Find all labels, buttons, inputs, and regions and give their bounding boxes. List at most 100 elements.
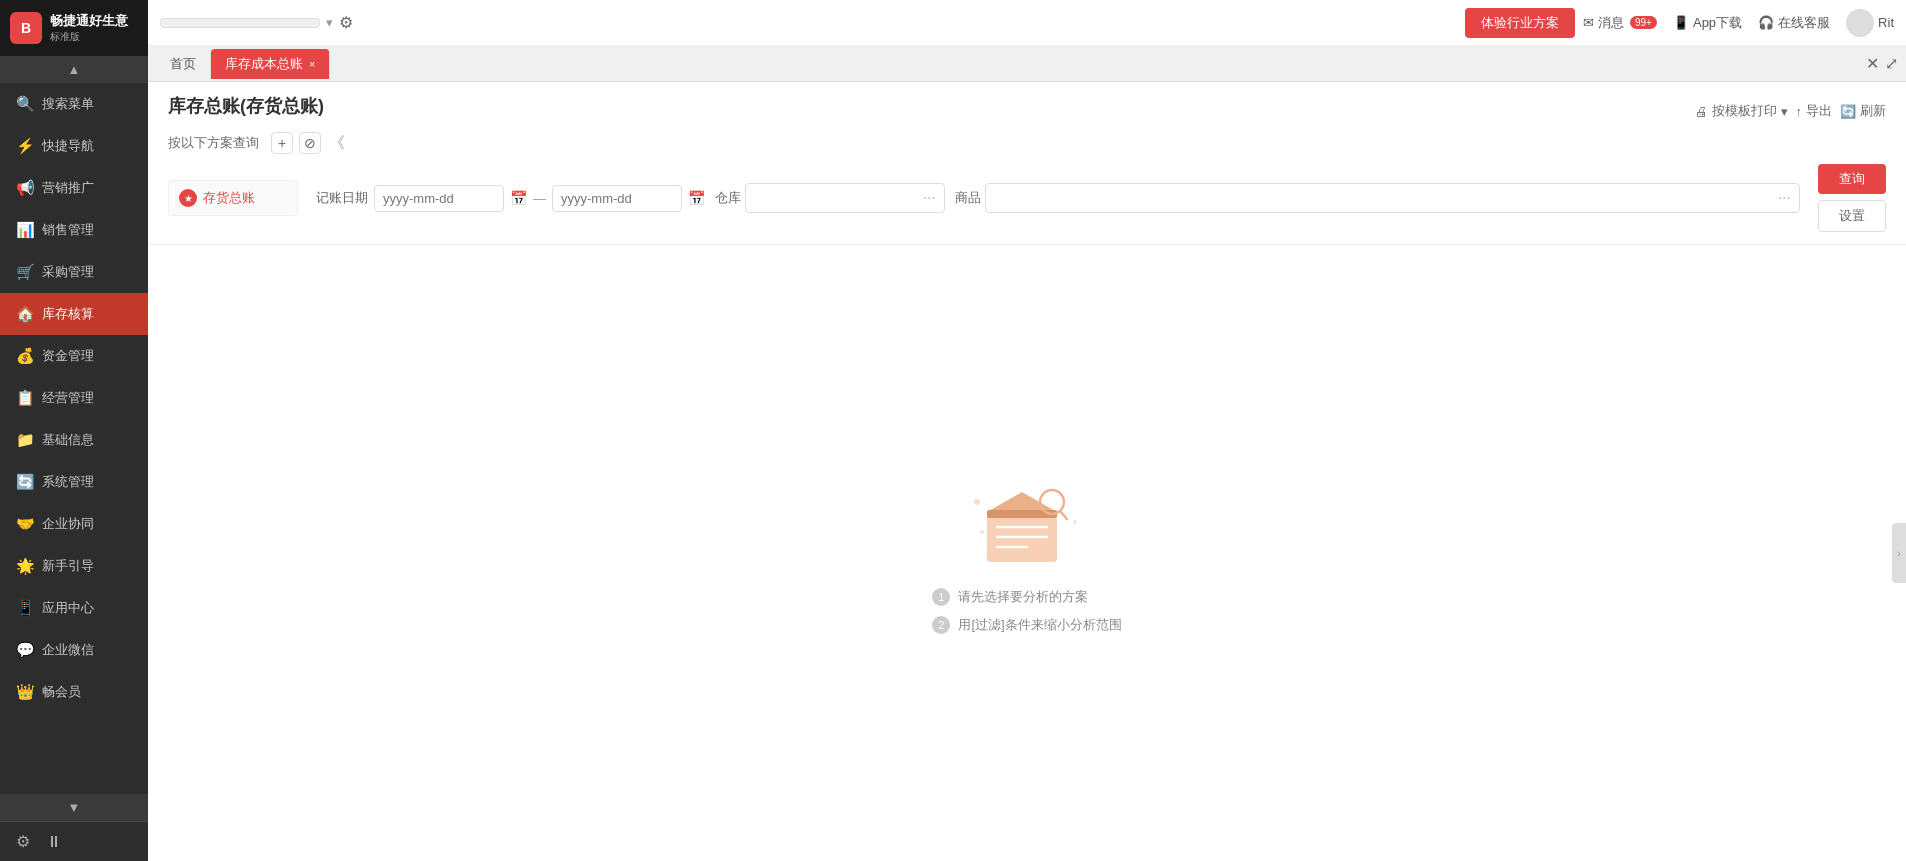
product-input[interactable]: ··· [985,183,1800,213]
sidebar-item-quick-nav[interactable]: ⚡ 快捷导航 [0,125,148,167]
empty-state: 1 请先选择要分析的方案 2 用[过滤]条件来缩小分析范围 [932,472,1121,634]
marketing-icon: 📢 [16,179,34,197]
empty-svg [967,472,1087,572]
filter-more-button[interactable]: ⊘ [299,132,321,154]
filter-bar: 按以下方案查询 + ⊘ 《 [168,132,1886,154]
topbar-settings-icon[interactable]: ⚙ [339,13,353,32]
avatar-image [1846,9,1874,37]
sidebar-scroll-up[interactable]: ▲ [0,56,148,83]
svg-point-8 [974,499,980,505]
content-wrapper: 库存总账(存货总账) 🖨 按模板打印 ▾ ↑ 导出 🔄 刷新 [148,82,1906,861]
industry-solution-button[interactable]: 体验行业方案 [1465,8,1575,38]
sidebar: B 畅捷通好生意 标准版 ▲ 🔍 搜索菜单 ⚡ 快捷导航 📢 营销推广 📊 销售… [0,0,148,861]
refresh-button[interactable]: 🔄 刷新 [1840,102,1886,120]
main-area: ▾ ⚙ 体验行业方案 ✉ 消息 99+ 📱 App下载 🎧 在线客服 Rit [148,0,1906,861]
empty-tips: 1 请先选择要分析的方案 2 用[过滤]条件来缩小分析范围 [932,588,1121,634]
expand-panel-button[interactable]: ⤢ [1885,54,1898,73]
product-more-icon[interactable]: ··· [1778,189,1791,207]
sidebar-item-wechat[interactable]: 💬 企业微信 [0,629,148,671]
app-center-icon: 📱 [16,599,34,617]
user-avatar[interactable]: Rit [1846,9,1894,37]
message-button[interactable]: ✉ 消息 99+ [1583,14,1657,32]
product-filter-field: 商品 ··· [955,183,1800,213]
app-download-icon: 📱 [1673,15,1689,30]
scheme-item-inventory-ledger[interactable]: ★ 存货总账 [169,185,297,211]
breadcrumb-input[interactable] [160,18,320,28]
tab-close-icon[interactable]: × [309,58,315,70]
filter-section-label: 按以下方案查询 [168,134,259,152]
right-panel-toggle[interactable]: › [1892,523,1906,583]
content-main: 1 请先选择要分析的方案 2 用[过滤]条件来缩小分析范围 › [148,245,1906,861]
tab-inventory-ledger[interactable]: 库存成本总账 × [211,49,330,79]
message-icon: ✉ [1583,15,1594,30]
filter-row: ★ 存货总账 记账日期 📅 — 📅 仓库 [168,164,1886,232]
warehouse-input[interactable]: ··· [745,183,945,213]
sidebar-item-app-center[interactable]: 📱 应用中心 [0,587,148,629]
online-service-button[interactable]: 🎧 在线客服 [1758,14,1830,32]
sidebar-item-inventory[interactable]: 🏠 库存核算 [0,293,148,335]
warehouse-filter-field: 仓库 ··· [715,183,945,213]
scheme-item-icon: ★ [179,189,197,207]
sidebar-item-finance[interactable]: 💰 资金管理 [0,335,148,377]
export-button[interactable]: ↑ 导出 [1796,102,1833,120]
empty-tip-1: 1 请先选择要分析的方案 [932,588,1121,606]
sidebar-footer: ⚙ ⏸ [0,821,148,861]
calendar-end-icon[interactable]: 📅 [688,190,705,206]
app-download-button[interactable]: 📱 App下载 [1673,14,1742,32]
sidebar-item-enterprise[interactable]: 🤝 企业协同 [0,503,148,545]
page-title: 库存总账(存货总账) [168,94,324,118]
member-icon: 👑 [16,683,34,701]
empty-illustration [967,472,1087,572]
sidebar-scroll-down[interactable]: ▼ [0,794,148,821]
print-dropdown-icon: ▾ [1781,104,1788,119]
calendar-start-icon[interactable]: 📅 [510,190,527,206]
print-template-button[interactable]: 🖨 按模板打印 ▾ [1695,102,1788,120]
app-logo: B 畅捷通好生意 标准版 [0,0,148,56]
sidebar-item-system[interactable]: 🔄 系统管理 [0,461,148,503]
date-start-input[interactable] [374,185,504,212]
tab-home[interactable]: 首页 [156,49,211,79]
date-end-input[interactable] [552,185,682,212]
sidebar-item-basic-info[interactable]: 📁 基础信息 [0,419,148,461]
topbar: ▾ ⚙ 体验行业方案 ✉ 消息 99+ 📱 App下载 🎧 在线客服 Rit [148,0,1906,46]
sidebar-item-member[interactable]: 👑 畅会员 [0,671,148,713]
basic-info-icon: 📁 [16,431,34,449]
guide-icon: 🌟 [16,557,34,575]
search-icon: 🔍 [16,95,34,113]
inventory-icon: 🏠 [16,305,34,323]
warehouse-more-icon[interactable]: ··· [923,189,936,207]
close-panel-button[interactable]: ✕ [1866,54,1879,73]
sidebar-item-purchase[interactable]: 🛒 采购管理 [0,251,148,293]
svg-marker-1 [987,492,1057,512]
empty-tip-2: 2 用[过滤]条件来缩小分析范围 [932,616,1121,634]
chevron-down-icon[interactable]: ▾ [326,15,333,30]
scheme-panel: ★ 存货总账 [168,180,298,216]
purchase-icon: 🛒 [16,263,34,281]
print-icon: 🖨 [1695,104,1708,119]
svg-line-7 [1060,511,1067,519]
sidebar-item-operation[interactable]: 📋 经营管理 [0,377,148,419]
finance-icon: 💰 [16,347,34,365]
sidebar-item-sales[interactable]: 📊 销售管理 [0,209,148,251]
action-buttons: 查询 设置 [1818,164,1886,232]
svg-point-10 [980,530,984,534]
wechat-icon: 💬 [16,641,34,659]
tabs-bar: 首页 库存成本总账 × ✕ ⤢ [148,46,1906,82]
filter-add-button[interactable]: + [271,132,293,154]
breadcrumb: ▾ ⚙ [160,13,1457,32]
sidebar-item-marketing[interactable]: 📢 营销推广 [0,167,148,209]
settings-footer-icon[interactable]: ⚙ [16,832,30,851]
quick-nav-icon: ⚡ [16,137,34,155]
settings-button[interactable]: 设置 [1818,200,1886,232]
sidebar-nav: 🔍 搜索菜单 ⚡ 快捷导航 📢 营销推广 📊 销售管理 🛒 采购管理 🏠 库存核… [0,83,148,794]
query-button[interactable]: 查询 [1818,164,1886,194]
sidebar-item-search[interactable]: 🔍 搜索菜单 [0,83,148,125]
service-icon: 🎧 [1758,15,1774,30]
content-header: 库存总账(存货总账) 🖨 按模板打印 ▾ ↑ 导出 🔄 刷新 [148,82,1906,245]
tip-num-1: 1 [932,588,950,606]
filter-collapse-icon[interactable]: 《 [329,133,345,154]
sidebar-item-guide[interactable]: 🌟 新手引导 [0,545,148,587]
refresh-icon: 🔄 [1840,104,1856,119]
audio-footer-icon[interactable]: ⏸ [46,833,62,851]
date-filter-field: 记账日期 📅 — 📅 [316,185,705,212]
